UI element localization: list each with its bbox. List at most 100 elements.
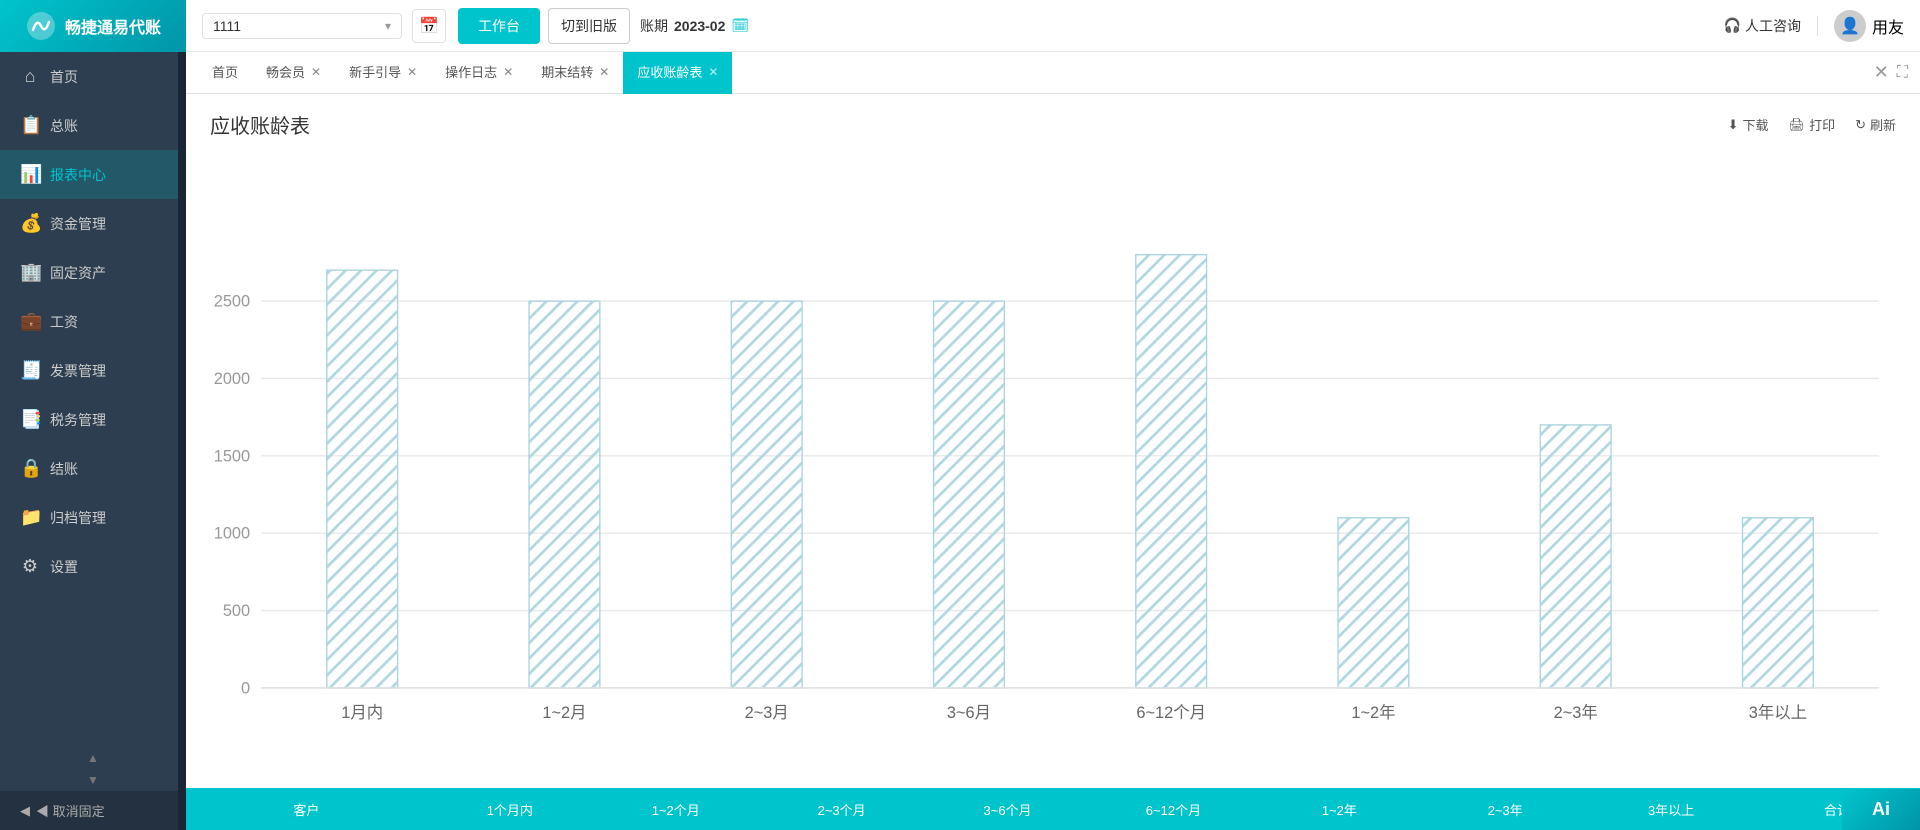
sidebar-collapse-button[interactable]: ◀ ◀ 取消固定 — [0, 791, 186, 830]
sidebar: ⌂ 首页 📋 总账 📊 报表中心 💰 资金管理 🏢 固定资产 💼 工资 🧾 发票… — [0, 52, 186, 830]
bar-1~2月 — [529, 301, 600, 688]
ai-label: Ai — [1872, 799, 1890, 819]
page-content: 应收账龄表 ⬇ 下载 🖨 打印 ↻ 刷新 — [186, 94, 1920, 830]
avatar: 👤 — [1834, 10, 1866, 42]
chart-wrapper: 050010001500200025001月内1~2月2~3月3~6月6~12个… — [186, 151, 1920, 788]
refresh-button[interactable]: ↻ 刷新 — [1855, 115, 1896, 134]
sidebar-item-salary[interactable]: 💼 工资 — [0, 297, 186, 346]
bar-2~3月 — [731, 301, 802, 688]
svg-text:1~2年: 1~2年 — [1351, 704, 1395, 722]
sidebar-label-ledger: 总账 — [50, 116, 78, 136]
tab-label-member: 畅会员 — [266, 62, 305, 81]
top-header: 畅捷通易代账 1111 ▾ 📅 工作台 切到旧版 账期 2023-02 🗓 🎧 … — [0, 0, 1920, 52]
sidebar-item-ledger[interactable]: 📋 总账 — [0, 101, 186, 150]
header-right: 🎧 人工咨询 👤 用友 — [1724, 10, 1904, 42]
tab-bar: 首页畅会员✕新手引导✕操作日志✕期末结转✕应收账龄表✕ ✕ ⛶ — [186, 52, 1920, 94]
consulting-button[interactable]: 🎧 人工咨询 — [1724, 16, 1801, 36]
sidebar-item-tax[interactable]: 📑 税务管理 — [0, 395, 186, 444]
tab-ar_aging[interactable]: 应收账龄表 ✕ — [623, 52, 732, 94]
tab-guide[interactable]: 新手引导 ✕ — [335, 52, 431, 94]
svg-text:2~3年: 2~3年 — [1554, 704, 1598, 722]
report-actions: ⬇ 下载 🖨 打印 ↻ 刷新 — [1728, 115, 1896, 134]
sidebar-item-settings[interactable]: ⚙ 设置 — [0, 542, 186, 591]
switch-version-button[interactable]: 切到旧版 — [548, 8, 630, 44]
expand-button[interactable]: ⛶ — [1897, 64, 1908, 82]
sidebar-item-invoice[interactable]: 🧾 发票管理 — [0, 346, 186, 395]
table-header-cell: 1个月内 — [427, 800, 593, 819]
sidebar-label-close: 结账 — [50, 459, 78, 479]
svg-text:2~3月: 2~3月 — [745, 704, 789, 722]
sidebar-label-reports: 报表中心 — [50, 165, 106, 185]
sidebar-icon-salary: 💼 — [20, 311, 40, 332]
logo-text: 畅捷通易代账 — [65, 14, 161, 38]
refresh-label: 刷新 — [1870, 115, 1896, 134]
sidebar-item-home[interactable]: ⌂ 首页 — [0, 52, 186, 101]
sidebar-label-tax: 税务管理 — [50, 410, 106, 430]
sidebar-item-archive[interactable]: 📁 归档管理 — [0, 493, 186, 542]
sidebar-icon-close: 🔒 — [20, 458, 40, 479]
svg-text:1500: 1500 — [214, 447, 250, 465]
sidebar-item-close[interactable]: 🔒 结账 — [0, 444, 186, 493]
sidebar-label-salary: 工资 — [50, 312, 78, 332]
tab-close-period_close[interactable]: ✕ — [599, 65, 609, 79]
tab-close-ar_aging[interactable]: ✕ — [708, 65, 718, 79]
company-selector[interactable]: 1111 ▾ — [202, 13, 402, 39]
bar-3年以上 — [1743, 518, 1814, 688]
sidebar-label-assets: 固定资产 — [50, 263, 106, 283]
table-header-cell: 2~3年 — [1422, 800, 1588, 819]
tab-member[interactable]: 畅会员 ✕ — [252, 52, 335, 94]
print-icon: 🖨 — [1789, 117, 1806, 133]
table-header-cell: 1~2个月 — [593, 800, 759, 819]
svg-text:1000: 1000 — [214, 525, 250, 543]
tab-close-guide[interactable]: ✕ — [407, 65, 417, 79]
download-button[interactable]: ⬇ 下载 — [1728, 115, 1769, 134]
chevron-down-icon: ▾ — [385, 19, 391, 33]
period-label: 账期 — [640, 16, 668, 36]
workbench-button[interactable]: 工作台 — [458, 8, 540, 44]
company-name: 1111 — [213, 18, 385, 34]
tab-label-ar_aging: 应收账龄表 — [637, 62, 702, 81]
sidebar-item-reports[interactable]: 📊 报表中心 — [0, 150, 186, 199]
svg-text:500: 500 — [223, 602, 250, 620]
close-all-tabs-button[interactable]: ✕ — [1874, 62, 1889, 83]
sidebar-label-funds: 资金管理 — [50, 214, 106, 234]
svg-text:1~2月: 1~2月 — [542, 704, 586, 722]
bar-1月内 — [327, 270, 398, 688]
tab-label-period_close: 期末结转 — [541, 62, 593, 81]
tab-oplog[interactable]: 操作日志✕ — [431, 52, 527, 94]
sidebar-icon-tax: 📑 — [20, 409, 40, 430]
period-value: 2023-02 — [674, 18, 725, 34]
period-calendar-icon[interactable]: 🗓 — [731, 17, 749, 34]
ai-badge[interactable]: Ai — [1842, 789, 1920, 830]
svg-text:0: 0 — [241, 679, 250, 697]
tab-close-oplog[interactable]: ✕ — [503, 65, 513, 79]
download-label: 下载 — [1743, 115, 1769, 134]
sidebar-scroll-up[interactable]: ▲ — [0, 747, 186, 769]
tab-period_close[interactable]: 期末结转 ✕ — [527, 52, 623, 94]
logo-icon — [25, 10, 57, 42]
sidebar-scroll-down[interactable]: ▼ — [0, 769, 186, 791]
sidebar-icon-archive: 📁 — [20, 507, 40, 528]
sidebar-label-settings: 设置 — [50, 557, 78, 577]
content-area: 首页畅会员✕新手引导✕操作日志✕期末结转✕应收账龄表✕ ✕ ⛶ 应收账龄表 ⬇ … — [186, 52, 1920, 830]
sidebar-icon-settings: ⚙ — [20, 556, 40, 577]
bar-1~2年 — [1338, 518, 1409, 688]
table-header-cell: 6~12个月 — [1090, 800, 1256, 819]
tab-home[interactable]: 首页 — [198, 52, 252, 94]
print-button[interactable]: 🖨 打印 — [1789, 115, 1836, 134]
sidebar-icon-reports: 📊 — [20, 164, 40, 185]
avatar-icon: 👤 — [1840, 16, 1860, 36]
sidebar-label-archive: 归档管理 — [50, 508, 106, 528]
bar-3~6月 — [934, 301, 1005, 688]
sidebar-label-invoice: 发票管理 — [50, 361, 106, 381]
sidebar-item-assets[interactable]: 🏢 固定资产 — [0, 248, 186, 297]
report-header: 应收账龄表 ⬇ 下载 🖨 打印 ↻ 刷新 — [186, 94, 1920, 151]
download-icon: ⬇ — [1728, 117, 1739, 133]
tab-label-guide: 新手引导 — [349, 62, 401, 81]
tab-label-home: 首页 — [212, 62, 238, 81]
sidebar-item-funds[interactable]: 💰 资金管理 — [0, 199, 186, 248]
user-area[interactable]: 👤 用友 — [1834, 10, 1904, 42]
table-header-cell: 客户 — [186, 800, 427, 819]
tab-close-member[interactable]: ✕ — [311, 65, 321, 79]
calendar-button[interactable]: 📅 — [412, 9, 446, 43]
